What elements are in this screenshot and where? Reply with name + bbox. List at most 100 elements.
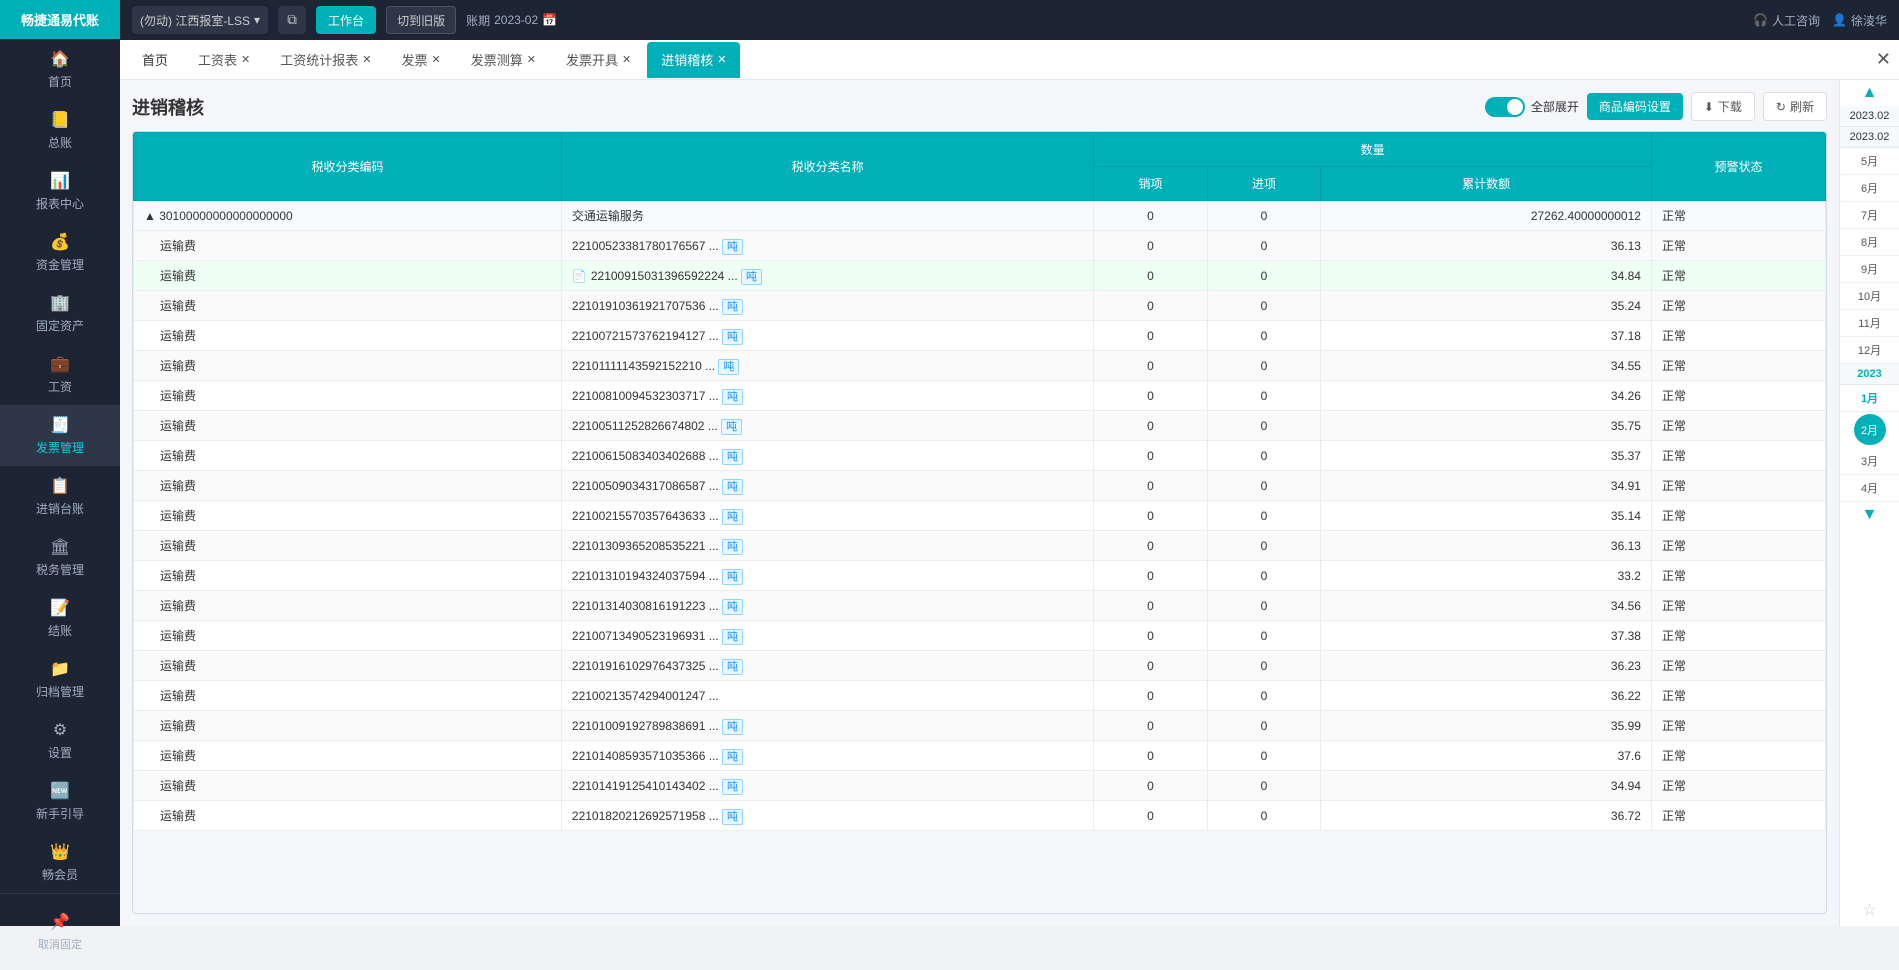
expand-toggle[interactable] bbox=[1485, 97, 1525, 117]
tab-invoice[interactable]: 发票✕ bbox=[387, 42, 454, 78]
cell-sales: 0 bbox=[1094, 771, 1208, 801]
cell-status: 正常 bbox=[1651, 411, 1825, 441]
table-row[interactable]: 运输费 22100511252826674802 ... 吨 0 0 35.75… bbox=[134, 411, 1826, 441]
support-link[interactable]: 🎧 人工咨询 bbox=[1753, 12, 1820, 29]
workbench-button[interactable]: 工作台 bbox=[316, 6, 376, 34]
tab-close-reconcile[interactable]: ✕ bbox=[717, 53, 726, 66]
table-row[interactable]: 运输费 22100215570357643633 ... 吨 0 0 35.14… bbox=[134, 501, 1826, 531]
sidebar-item-settlement[interactable]: 📝 结账 bbox=[0, 588, 120, 649]
close-all-button[interactable]: ✕ bbox=[1876, 49, 1891, 70]
settings-button[interactable]: 商品编码设置 bbox=[1587, 93, 1683, 120]
archive-icon: 📁 bbox=[50, 659, 70, 679]
panel-year-0[interactable]: 2023.02 bbox=[1840, 106, 1899, 127]
sidebar-unpin[interactable]: 📌 取消固定 bbox=[0, 902, 120, 962]
table-row[interactable]: 运输费 22101309365208535221 ... 吨 0 0 36.13… bbox=[134, 531, 1826, 561]
table-row[interactable]: 运输费 22101419125410143402 ... 吨 0 0 34.94… bbox=[134, 771, 1826, 801]
download-button[interactable]: ⬇ 下载 bbox=[1691, 92, 1755, 121]
cell-purchase: 0 bbox=[1207, 381, 1321, 411]
panel-month-6月[interactable]: 6月 bbox=[1840, 175, 1899, 202]
sidebar-item-payroll[interactable]: 💼 工资 bbox=[0, 344, 120, 405]
table-row[interactable]: 运输费 22101009192789838691 ... 吨 0 0 35.99… bbox=[134, 711, 1826, 741]
refresh-button[interactable]: ↻ 刷新 bbox=[1763, 92, 1827, 121]
sidebar-item-ledger[interactable]: 📒 总账 bbox=[0, 100, 120, 161]
table-row[interactable]: 运输费 22100721573762194127 ... 吨 0 0 37.18… bbox=[134, 321, 1826, 351]
table-row[interactable]: 运输费 22100810094532303717 ... 吨 0 0 34.26… bbox=[134, 381, 1826, 411]
panel-up-arrow[interactable]: ▲ bbox=[1840, 80, 1899, 106]
tab-payroll-stat[interactable]: 工资统计报表✕ bbox=[266, 42, 385, 78]
sidebar-item-settings[interactable]: ⚙ 设置 bbox=[0, 710, 120, 771]
table-row[interactable]: 运输费 22100615083403402688 ... 吨 0 0 35.37… bbox=[134, 441, 1826, 471]
toggle-label: 全部展开 bbox=[1531, 98, 1579, 115]
panel-month-7月[interactable]: 7月 bbox=[1840, 202, 1899, 229]
panel-month-4月[interactable]: 4月 bbox=[1840, 475, 1899, 502]
table-row[interactable]: 运输费 22101820212692571958 ... 吨 0 0 36.72… bbox=[134, 801, 1826, 831]
cell-sales: 0 bbox=[1094, 741, 1208, 771]
table-row[interactable]: 运输费 22101408593571035366 ... 吨 0 0 37.6 … bbox=[134, 741, 1826, 771]
cell-status: 正常 bbox=[1651, 351, 1825, 381]
user-label: 徐淩华 bbox=[1851, 12, 1887, 29]
panel-month-5月[interactable]: 5月 bbox=[1840, 148, 1899, 175]
sidebar-item-home[interactable]: 🏠 首页 bbox=[0, 39, 120, 100]
cell-invoice-no: 22101310194324037594 ... 吨 bbox=[561, 561, 1093, 591]
tab-invoice-open[interactable]: 发票开具✕ bbox=[552, 42, 645, 78]
panel-month-10月[interactable]: 10月 bbox=[1840, 283, 1899, 310]
table-row[interactable]: 运输费 22100509034317086587 ... 吨 0 0 34.91… bbox=[134, 471, 1826, 501]
sidebar-item-reports[interactable]: 📊 报表中心 bbox=[0, 161, 120, 222]
favorite-button[interactable]: ☆ bbox=[1840, 894, 1899, 926]
cell-tax-code: 运输费 bbox=[134, 351, 562, 381]
cell-cumulative: 35.24 bbox=[1321, 291, 1652, 321]
table-row[interactable]: 运输费 22101910361921707536 ... 吨 0 0 35.24… bbox=[134, 291, 1826, 321]
unit-tag: 吨 bbox=[722, 509, 743, 525]
tab-close-payroll[interactable]: ✕ bbox=[241, 53, 250, 66]
user-menu[interactable]: 👤 徐淩华 bbox=[1832, 12, 1887, 29]
tab-close-payroll-stat[interactable]: ✕ bbox=[362, 53, 371, 66]
panel-month-3月[interactable]: 3月 bbox=[1840, 448, 1899, 475]
sidebar-item-member[interactable]: 👑 畅会员 bbox=[0, 832, 120, 893]
cell-tax-code: 运输费 bbox=[134, 381, 562, 411]
panel-down-arrow[interactable]: ▼ bbox=[1840, 502, 1899, 528]
tab-close-invoice-calc[interactable]: ✕ bbox=[527, 53, 536, 66]
table-row[interactable]: 运输费 22101111143592152210 ... 吨 0 0 34.55… bbox=[134, 351, 1826, 381]
table-row[interactable]: 运输费 📄22100915031396592224 ... 吨 0 0 34.8… bbox=[134, 261, 1826, 291]
cell-tax-code: 运输费 bbox=[134, 291, 562, 321]
table-row[interactable]: 运输费 22100213574294001247 ... 0 0 36.22 正… bbox=[134, 681, 1826, 711]
table-row[interactable]: ▲ 30100000000000000000 交通运输服务 0 0 27262.… bbox=[134, 201, 1826, 231]
table-row[interactable]: 运输费 22101314030816191223 ... 吨 0 0 34.56… bbox=[134, 591, 1826, 621]
company-selector[interactable]: (勿动) 江西报室-LSS ▾ bbox=[132, 6, 268, 34]
table-row[interactable]: 运输费 22100713490523196931 ... 吨 0 0 37.38… bbox=[134, 621, 1826, 651]
table-row[interactable]: 运输费 22101916102976437325 ... 吨 0 0 36.23… bbox=[134, 651, 1826, 681]
tab-home[interactable]: 首页 bbox=[128, 42, 182, 78]
tab-reconcile[interactable]: 进销稽核✕ bbox=[647, 42, 740, 78]
panel-month-2月[interactable]: 2月 bbox=[1854, 414, 1886, 446]
panel-year-1[interactable]: 2023.02 bbox=[1840, 127, 1899, 148]
panel-year-2023[interactable]: 2023 bbox=[1840, 364, 1899, 385]
cell-purchase: 0 bbox=[1207, 651, 1321, 681]
cell-cumulative: 34.94 bbox=[1321, 771, 1652, 801]
cell-cumulative: 35.75 bbox=[1321, 411, 1652, 441]
sidebar-item-assets[interactable]: 🏢 固定资产 bbox=[0, 283, 120, 344]
sidebar-item-guide[interactable]: 🆕 新手引导 bbox=[0, 771, 120, 832]
tab-payroll[interactable]: 工资表✕ bbox=[184, 42, 264, 78]
tab-close-invoice-open[interactable]: ✕ bbox=[622, 53, 631, 66]
sidebar-item-archive[interactable]: 📁 归档管理 bbox=[0, 649, 120, 710]
panel-month-1月[interactable]: 1月 bbox=[1840, 385, 1899, 412]
panel-month-11月[interactable]: 11月 bbox=[1840, 310, 1899, 337]
panel-month-8月[interactable]: 8月 bbox=[1840, 229, 1899, 256]
tab-invoice-calc[interactable]: 发票测算✕ bbox=[457, 42, 550, 78]
cell-invoice-no: 22100523381780176567 ... 吨 bbox=[561, 231, 1093, 261]
settlement-icon: 📝 bbox=[50, 598, 70, 618]
cell-invoice-no: 22101309365208535221 ... 吨 bbox=[561, 531, 1093, 561]
panel-month-12月[interactable]: 12月 bbox=[1840, 337, 1899, 364]
sidebar-item-funds[interactable]: 💰 资金管理 bbox=[0, 222, 120, 283]
switch-button[interactable]: 切到旧版 bbox=[386, 6, 456, 34]
sidebar-label-guide: 新手引导 bbox=[36, 805, 84, 822]
sidebar-item-purchase-sales[interactable]: 📋 进销台账 bbox=[0, 466, 120, 527]
sidebar-item-tax[interactable]: 🏛 税务管理 bbox=[0, 527, 120, 588]
table-row[interactable]: 运输费 22100523381780176567 ... 吨 0 0 36.13… bbox=[134, 231, 1826, 261]
panel-month-9月[interactable]: 9月 bbox=[1840, 256, 1899, 283]
tab-close-invoice[interactable]: ✕ bbox=[432, 53, 441, 66]
sidebar-item-invoice-mgmt[interactable]: 🧾 发票管理 bbox=[0, 405, 120, 466]
calendar-icon[interactable]: 📅 bbox=[542, 13, 557, 27]
copy-button[interactable]: ⧉ bbox=[278, 6, 306, 34]
table-row[interactable]: 运输费 22101310194324037594 ... 吨 0 0 33.2 … bbox=[134, 561, 1826, 591]
